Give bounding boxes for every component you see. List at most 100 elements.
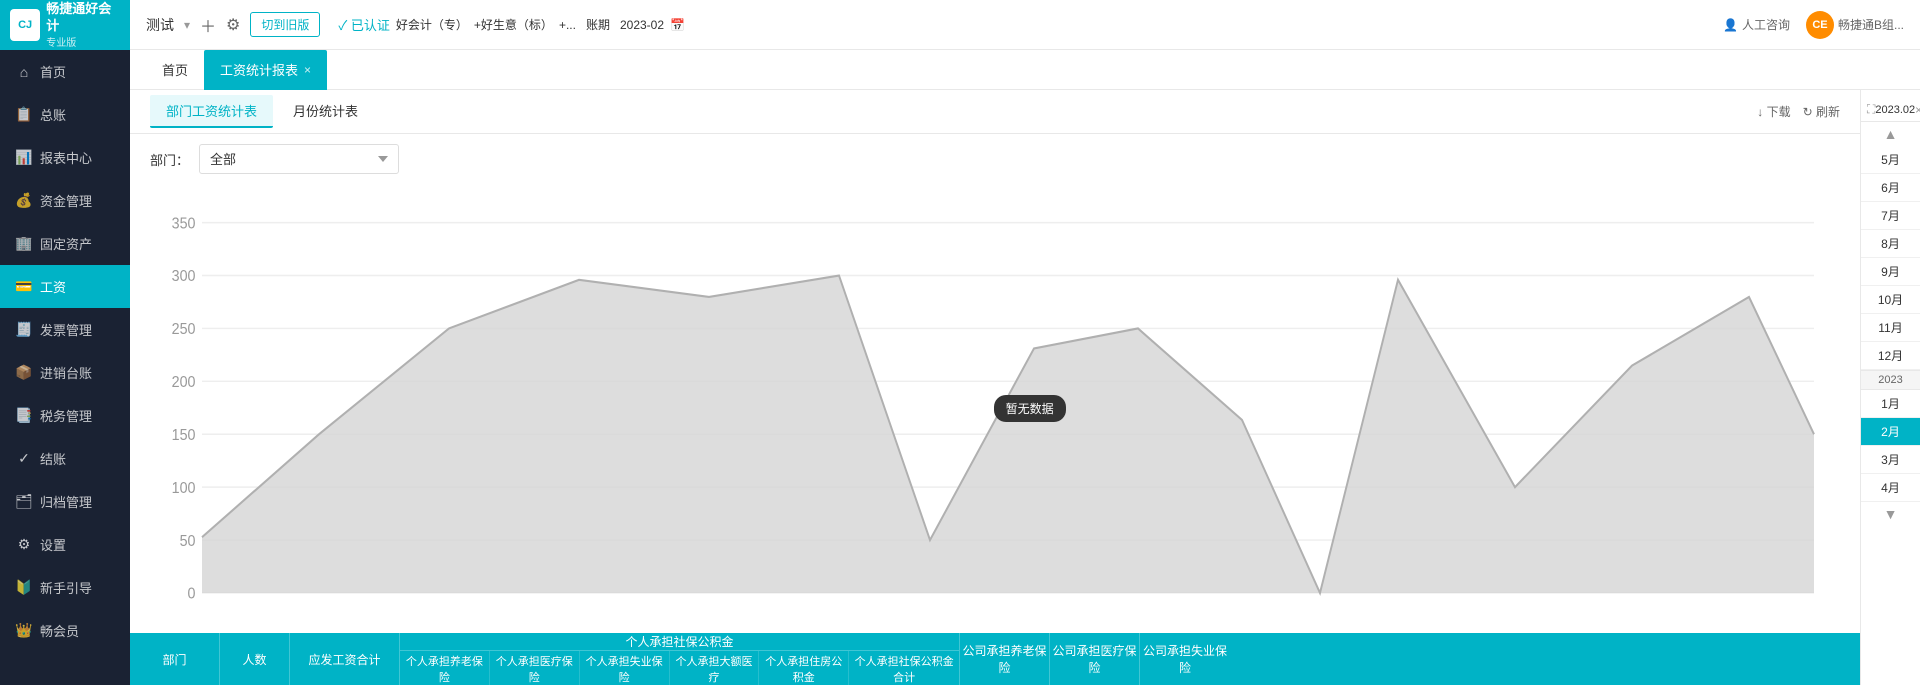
settings-icon: ⚙ bbox=[16, 537, 32, 553]
sidebar-item-assets[interactable]: 🏢 固定资产 bbox=[0, 222, 130, 265]
tab-salary-report[interactable]: 工资统计报表 × bbox=[204, 50, 327, 90]
sidebar-label-assets: 固定资产 bbox=[40, 234, 92, 253]
sidebar-label-guide: 新手引导 bbox=[40, 578, 92, 597]
sidebar-item-vip[interactable]: 👑 畅会员 bbox=[0, 609, 130, 652]
expand-icon[interactable]: ⛶ bbox=[1867, 102, 1875, 117]
panel-month-7月[interactable]: 7月 bbox=[1861, 202, 1920, 230]
more-status: +... bbox=[559, 18, 576, 32]
topbar-dropdown-arrow[interactable]: ▾ bbox=[184, 18, 190, 32]
col-group-personal: 个人承担社保公积金 个人承担养老保险 个人承担医疗保险 个人承担失业保险 个人承… bbox=[400, 633, 960, 685]
main-content: 测试 ▾ ＋ ⚙ 切到旧版 ✓ 已认证 好会计（专） +好生意（标） +... … bbox=[130, 0, 1920, 685]
sidebar-label-settings: 设置 bbox=[40, 535, 66, 554]
business-type: +好生意（标） bbox=[474, 16, 553, 33]
reports-icon: 📊 bbox=[16, 150, 32, 166]
panel-month-2023-1月[interactable]: 1月 bbox=[1861, 390, 1920, 418]
sidebar-item-funds[interactable]: 💰资金管理 bbox=[0, 179, 130, 222]
sidebar-label-funds: 资金管理 bbox=[40, 191, 92, 210]
panel-year-2023: 2023 bbox=[1861, 370, 1920, 390]
sidebar-item-ledger[interactable]: 📋总账 bbox=[0, 93, 130, 136]
sidebar-item-archive[interactable]: 🗂归档管理 bbox=[0, 480, 130, 523]
app-name: 畅捷通好会计 bbox=[46, 1, 120, 35]
checkout-icon: ✓ bbox=[16, 451, 32, 467]
download-button[interactable]: ↓ 下载 bbox=[1757, 103, 1790, 120]
panel-month-9月[interactable]: 9月 bbox=[1861, 258, 1920, 286]
panel-month-11月[interactable]: 11月 bbox=[1861, 314, 1920, 342]
chart-container: 350 300 250 200 150 100 50 0 暂无数据 bbox=[130, 184, 1860, 633]
sidebar-label-archive: 归档管理 bbox=[40, 492, 92, 511]
user-menu[interactable]: CE 畅捷通B组... bbox=[1806, 11, 1904, 39]
refresh-button[interactable]: ↻ 刷新 bbox=[1803, 103, 1840, 120]
ledger-icon: 📋 bbox=[16, 107, 32, 123]
vip-icon: 👑 bbox=[16, 623, 32, 639]
sidebar-label-tax: 税务管理 bbox=[40, 406, 92, 425]
right-panel-header: ⛶ 2023.02 × bbox=[1861, 98, 1920, 122]
subtabs-left: 部门工资统计表月份统计表 bbox=[150, 95, 374, 128]
support-icon: 👤 bbox=[1723, 18, 1738, 32]
period-value: 2023-02 bbox=[620, 18, 664, 32]
col-company-unemployment: 公司承担失业保险 bbox=[1140, 633, 1230, 685]
panel-month-2023-2月[interactable]: 2月 bbox=[1861, 418, 1920, 446]
col-personal-housing-fund: 个人承担住房公积金 bbox=[759, 651, 849, 685]
sidebar-label-sales: 进销台账 bbox=[40, 363, 92, 382]
sidebar-item-sales[interactable]: 📦进销台账 bbox=[0, 351, 130, 394]
right-panel: ⛶ 2023.02 × ▲5月6月7月8月9月10月11月12月20231月2月… bbox=[1860, 90, 1920, 685]
sidebar-item-reports[interactable]: 📊报表中心 bbox=[0, 136, 130, 179]
sidebar-item-guide[interactable]: 🔰 新手引导 bbox=[0, 566, 130, 609]
filter-bar: 部门： 全部 bbox=[130, 134, 1860, 184]
panel-nav-up[interactable]: ▲ bbox=[1880, 122, 1902, 146]
accounting-type: 好会计（专） bbox=[396, 16, 468, 33]
calendar-icon[interactable]: 📅 bbox=[670, 18, 685, 32]
guide-icon: 🔰 bbox=[16, 580, 32, 596]
sidebar-label-salary: 工资 bbox=[40, 277, 66, 296]
panel-month-10月[interactable]: 10月 bbox=[1861, 286, 1920, 314]
sidebar-item-home[interactable]: ⌂首页 bbox=[0, 50, 130, 93]
svg-text:100: 100 bbox=[172, 479, 196, 497]
topbar-right: 👤 人工咨询 CE 畅捷通B组... bbox=[1723, 11, 1904, 39]
sidebar-item-salary[interactable]: 💳 工资 bbox=[0, 265, 130, 308]
panel-month-5月[interactable]: 5月 bbox=[1861, 146, 1920, 174]
period-label: 账期 bbox=[586, 16, 610, 33]
close-panel-icon[interactable]: × bbox=[1915, 103, 1920, 117]
panel-month-2023-3月[interactable]: 3月 bbox=[1861, 446, 1920, 474]
tab-home[interactable]: 首页 bbox=[146, 50, 204, 90]
panel-month-2023-4月[interactable]: 4月 bbox=[1861, 474, 1920, 502]
topbar-title: 测试 bbox=[146, 15, 174, 35]
svg-text:0: 0 bbox=[188, 585, 196, 603]
sidebar-item-invoice[interactable]: 🧾发票管理 bbox=[0, 308, 130, 351]
invoice-icon: 🧾 bbox=[16, 322, 32, 338]
col-company-pension: 公司承担养老保险 bbox=[960, 633, 1050, 685]
col-count: 人数 bbox=[220, 633, 290, 685]
dept-filter-select[interactable]: 全部 bbox=[199, 144, 399, 174]
col-dept: 部门 bbox=[130, 633, 220, 685]
topbar-status: ✓ 已认证 好会计（专） +好生意（标） +... 账期 2023-02 📅 bbox=[338, 15, 685, 34]
content-area: 部门工资统计表月份统计表 ↓ 下载 ↻ 刷新 部门： 全部 bbox=[130, 90, 1920, 685]
tab-close-icon[interactable]: × bbox=[304, 63, 311, 77]
switch-old-version-button[interactable]: 切到旧版 bbox=[250, 12, 320, 37]
sidebar-item-tax[interactable]: 📑税务管理 bbox=[0, 394, 130, 437]
salary-icon: 💳 bbox=[16, 279, 32, 295]
support-button[interactable]: 👤 人工咨询 bbox=[1723, 16, 1790, 33]
col-personal-major-medical: 个人承担大额医疗 bbox=[670, 651, 760, 685]
group-personal-children: 个人承担养老保险 个人承担医疗保险 个人承担失业保险 个人承担大额医疗 个人承担… bbox=[400, 651, 959, 685]
subtab-monthly[interactable]: 月份统计表 bbox=[277, 95, 374, 128]
sidebar-nav: ⌂首页📋总账📊报表中心💰资金管理🏢固定资产💳工资🧾发票管理📦进销台账📑税务管理✓… bbox=[0, 50, 130, 685]
svg-text:200: 200 bbox=[172, 373, 196, 391]
panel-month-8月[interactable]: 8月 bbox=[1861, 230, 1920, 258]
group-personal-header: 个人承担社保公积金 bbox=[400, 633, 959, 651]
subtabs-right: ↓ 下载 ↻ 刷新 bbox=[1757, 103, 1840, 120]
right-panel-nav: ▲5月6月7月8月9月10月11月12月20231月2月3月4月▼ bbox=[1861, 122, 1920, 685]
home-icon: ⌂ bbox=[16, 64, 32, 80]
sidebar-item-checkout[interactable]: ✓结账 bbox=[0, 437, 130, 480]
tabbar: 首页 工资统计报表 × bbox=[130, 50, 1920, 90]
panel-month-6月[interactable]: 6月 bbox=[1861, 174, 1920, 202]
tab-home-label: 首页 bbox=[162, 60, 188, 79]
panel-month-12月[interactable]: 12月 bbox=[1861, 342, 1920, 370]
topbar-settings-button[interactable]: ⚙ bbox=[226, 15, 240, 35]
assets-icon: 🏢 bbox=[16, 236, 32, 252]
sidebar-label-vip: 畅会员 bbox=[40, 621, 79, 640]
sidebar-item-settings[interactable]: ⚙ 设置 bbox=[0, 523, 130, 566]
panel-nav-down[interactable]: ▼ bbox=[1880, 502, 1902, 526]
topbar-add-button[interactable]: ＋ bbox=[200, 13, 216, 37]
dept-filter-label: 部门： bbox=[150, 150, 189, 169]
subtab-dept[interactable]: 部门工资统计表 bbox=[150, 95, 273, 128]
